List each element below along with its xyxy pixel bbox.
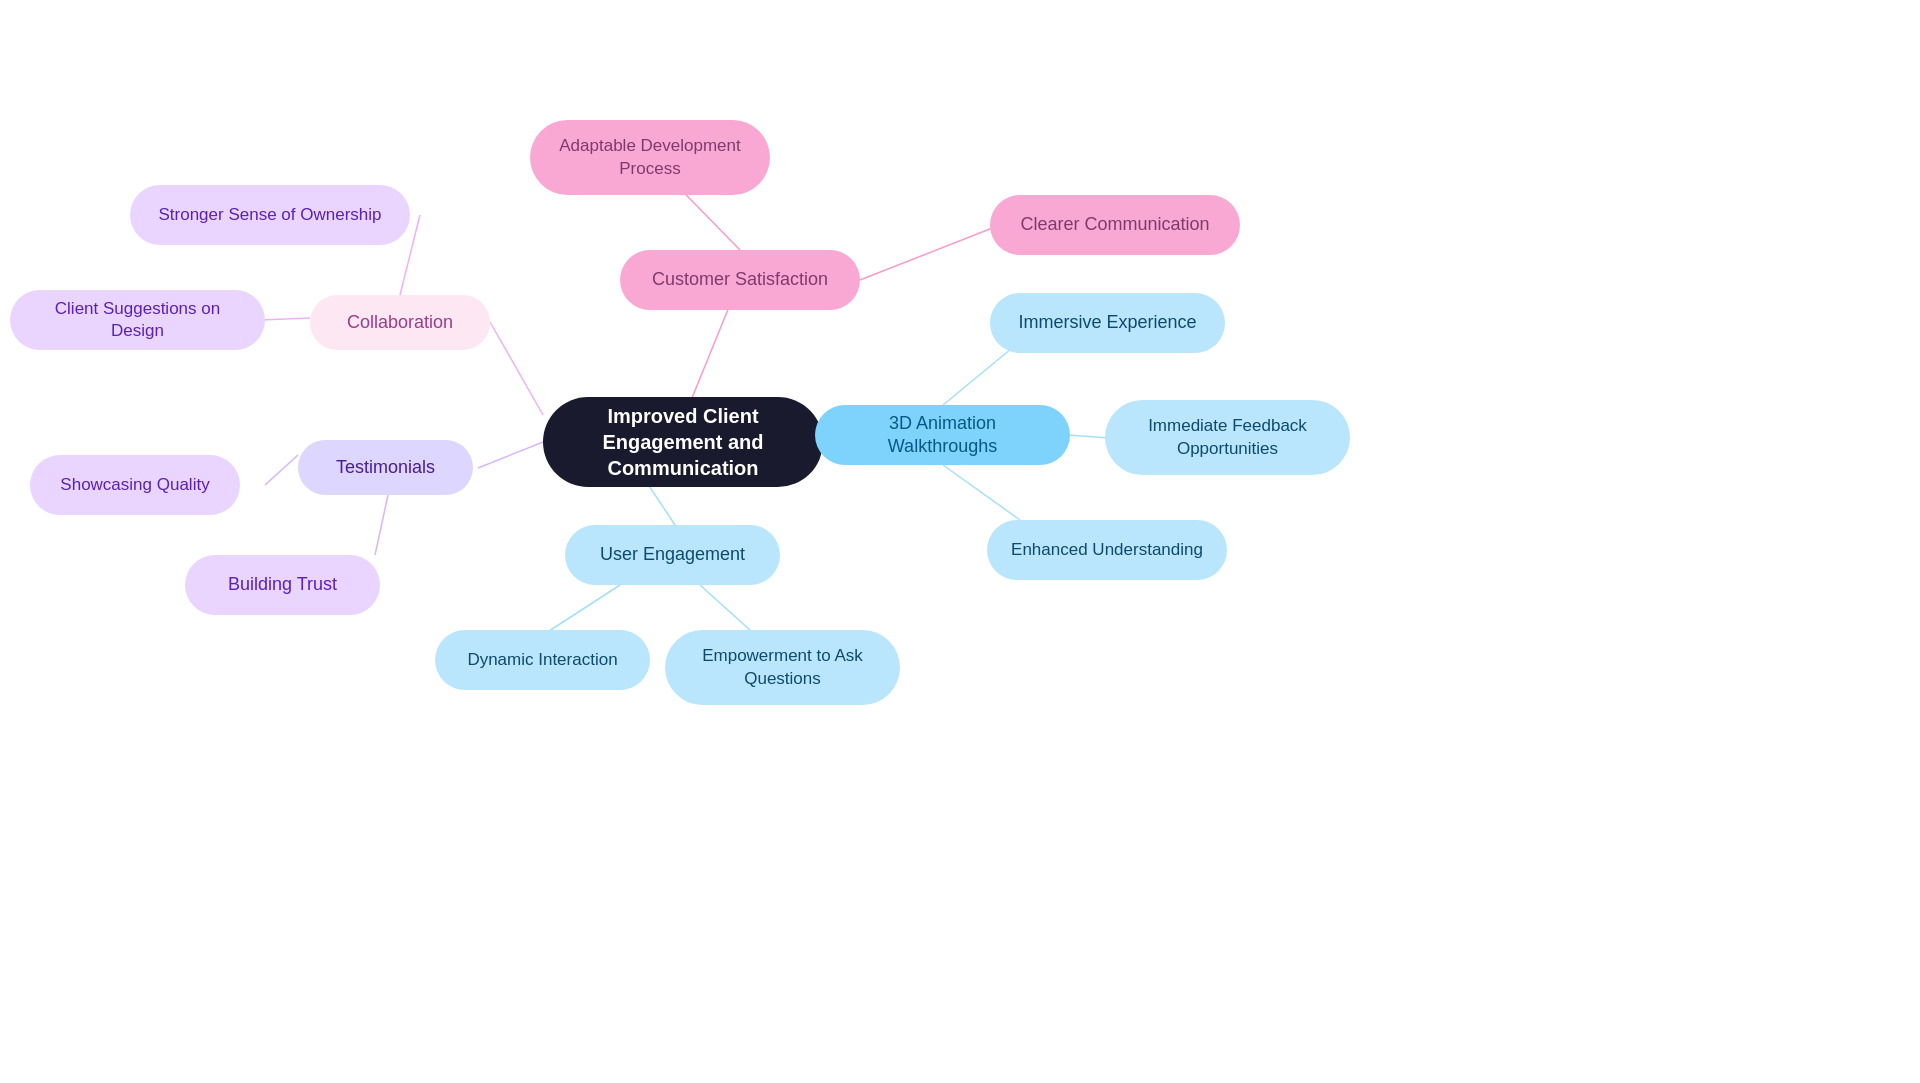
immediate-feedback-node: Immediate Feedback Opportunities [1105, 400, 1350, 475]
building-trust-node: Building Trust [185, 555, 380, 615]
svg-line-7 [265, 455, 298, 485]
empowerment-node: Empowerment to Ask Questions [665, 630, 900, 705]
svg-line-6 [478, 442, 543, 468]
user-engagement-node: User Engagement [565, 525, 780, 585]
client-suggestions-node: Client Suggestions on Design [10, 290, 265, 350]
center-node: Improved Client Engagement and Communica… [543, 397, 823, 487]
customer-satisfaction-node: Customer Satisfaction [620, 250, 860, 310]
adaptable-dev-node: Adaptable Development Process [530, 120, 770, 195]
immersive-experience-node: Immersive Experience [990, 293, 1225, 353]
testimonials-node: Testimonials [298, 440, 473, 495]
showcasing-quality-node: Showcasing Quality [30, 455, 240, 515]
svg-line-2 [860, 225, 1000, 280]
enhanced-understanding-node: Enhanced Understanding [987, 520, 1227, 580]
collaboration-node: Collaboration [310, 295, 490, 350]
svg-line-15 [943, 465, 1020, 520]
svg-line-14 [1068, 435, 1110, 438]
svg-line-3 [490, 322, 543, 415]
svg-line-10 [543, 585, 620, 635]
dynamic-interaction-node: Dynamic Interaction [435, 630, 650, 690]
stronger-ownership-node: Stronger Sense of Ownership [130, 185, 410, 245]
svg-line-5 [260, 318, 310, 320]
clearer-comm-node: Clearer Communication [990, 195, 1240, 255]
svg-line-8 [375, 495, 388, 555]
animation-walkthroughs-node: 3D Animation Walkthroughs [815, 405, 1070, 465]
